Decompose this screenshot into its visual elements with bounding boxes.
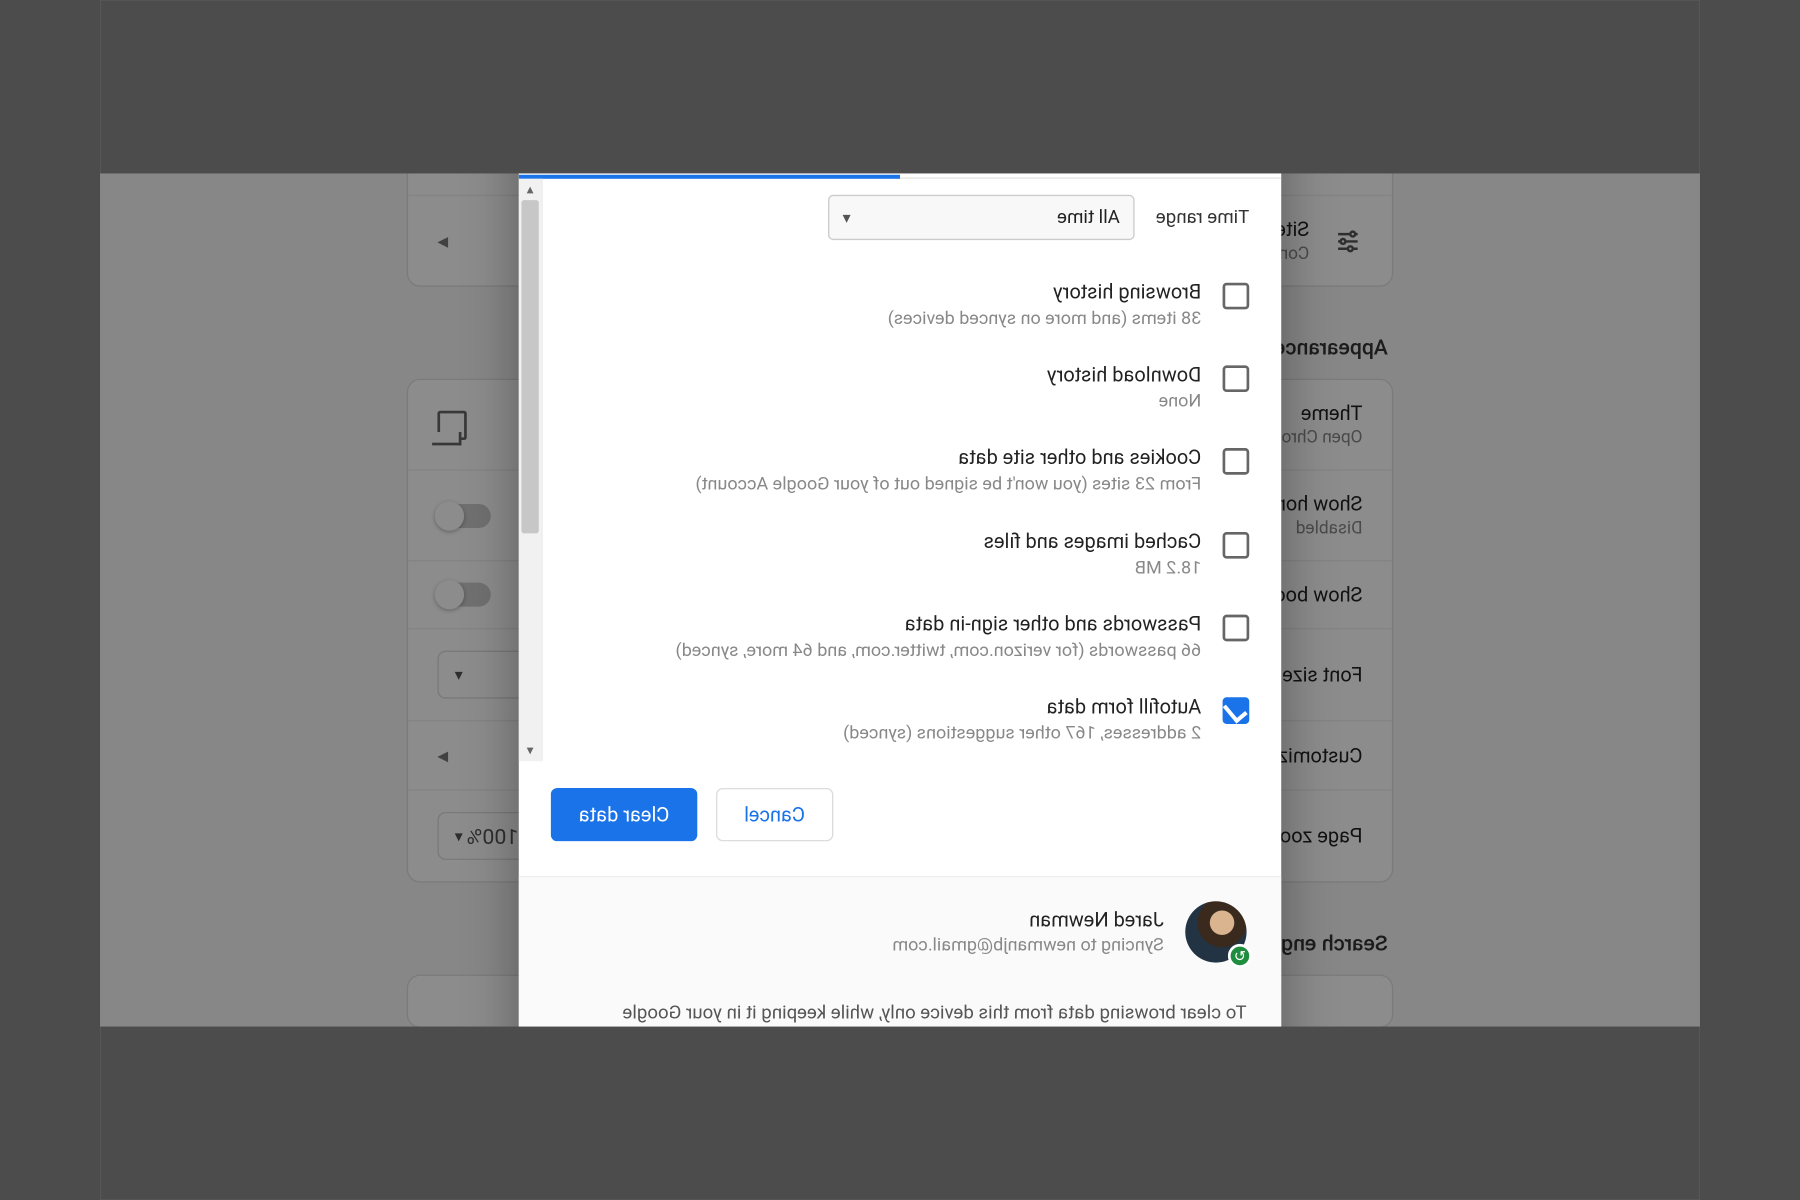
option-title: Cached images and files <box>984 529 1202 553</box>
scroll-down-arrow-icon[interactable]: ▾ <box>519 740 542 761</box>
dialog-scrollbar[interactable]: ▴ ▾ <box>519 179 543 762</box>
account-name: Jared Newman <box>892 908 1164 932</box>
option-sub: 66 passwords (for verizon.com, twitter.c… <box>675 638 1201 662</box>
option-sub: None <box>1047 390 1201 414</box>
scroll-thumb[interactable] <box>521 200 538 533</box>
dialog-actions: Cancel Clear data <box>519 762 1281 877</box>
letterbox <box>100 1027 1700 1200</box>
option-autofill[interactable]: Autofill form data 2 addresses, 167 othe… <box>575 679 1249 762</box>
option-title: Browsing history <box>888 280 1202 304</box>
checkbox[interactable] <box>1223 449 1250 476</box>
time-range-label: Time range <box>1156 207 1249 228</box>
clear-browsing-data-dialog: Clear browsing data Basic Advanced Time … <box>519 45 1281 1090</box>
option-cookies[interactable]: Cookies and other site data From 23 site… <box>575 430 1249 513</box>
option-sub: 2 addresses, 167 other suggestions (sync… <box>843 721 1201 745</box>
checkbox[interactable] <box>1223 366 1250 393</box>
option-title: Cookies and other site data <box>695 446 1201 470</box>
time-range-select[interactable]: All time ▾ <box>828 195 1135 240</box>
option-sub: 38 items (and more on synced devices) <box>888 307 1202 331</box>
option-title: Autofill form data <box>843 695 1201 719</box>
checkbox[interactable] <box>1223 697 1250 724</box>
avatar <box>1185 902 1246 963</box>
time-range-value: All time <box>1057 207 1120 228</box>
sync-badge-icon <box>1228 944 1252 968</box>
option-cached[interactable]: Cached images and files 18.2 MB <box>575 513 1249 596</box>
scroll-up-arrow-icon[interactable]: ▴ <box>519 179 542 200</box>
option-title: Download history <box>1047 363 1201 387</box>
option-title: Passwords and other sign-in data <box>675 612 1201 636</box>
letterbox <box>100 0 1700 173</box>
clear-data-button[interactable]: Clear data <box>551 788 698 841</box>
checkbox[interactable] <box>1223 532 1250 559</box>
account-row: Jared Newman Syncing to newmanjb@gmail.c… <box>519 876 1281 987</box>
option-sub: From 23 sites (you won't be signed out o… <box>695 473 1201 497</box>
account-status: Syncing to newmanjb@gmail.com <box>892 935 1164 956</box>
option-passwords[interactable]: Passwords and other sign-in data 66 pass… <box>575 596 1249 679</box>
option-download-history[interactable]: Download history None <box>575 347 1249 430</box>
checkbox[interactable] <box>1223 614 1250 641</box>
time-range-row: Time range All time ▾ <box>575 179 1249 264</box>
cancel-button[interactable]: Cancel <box>716 788 833 841</box>
option-browsing-history[interactable]: Browsing history 38 items (and more on s… <box>575 264 1249 347</box>
option-sub: 18.2 MB <box>984 556 1202 580</box>
chevron-down-icon: ▾ <box>843 208 851 227</box>
checkbox[interactable] <box>1223 283 1250 310</box>
